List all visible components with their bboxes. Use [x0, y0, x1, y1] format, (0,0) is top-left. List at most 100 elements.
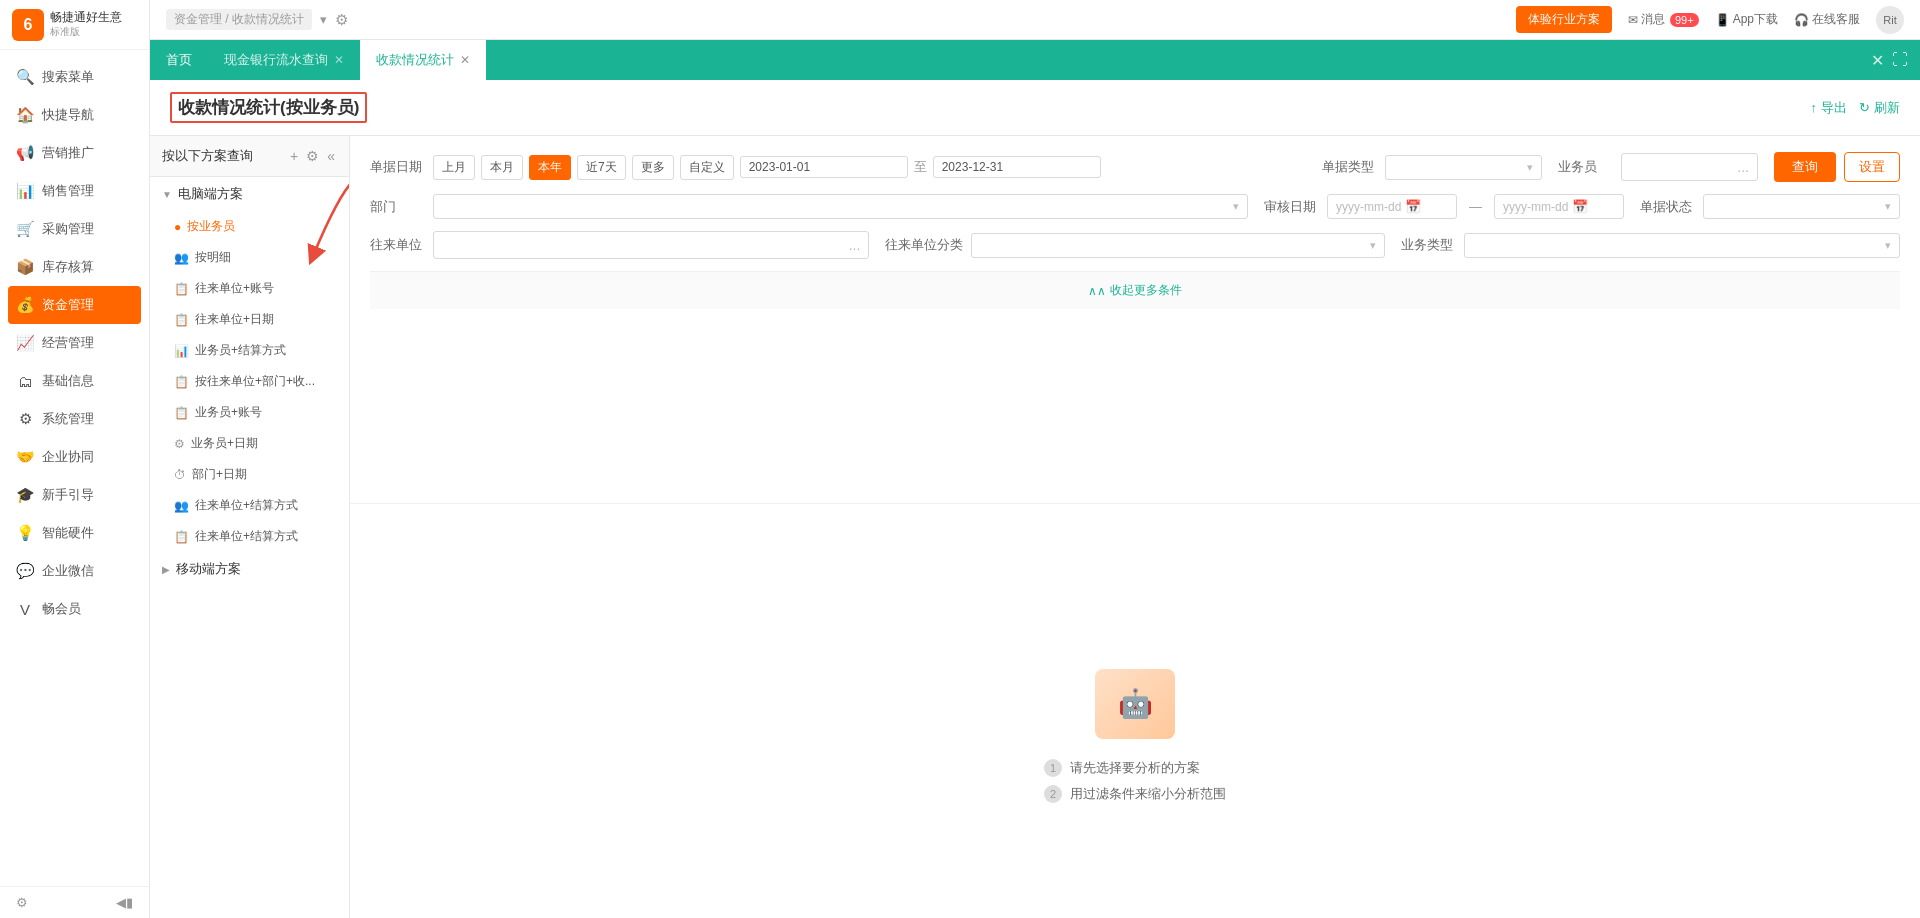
- sidebar-collapse-icon[interactable]: ◀▮: [116, 895, 133, 910]
- dept-select[interactable]: ▾: [433, 194, 1248, 219]
- date-from-input[interactable]: [740, 156, 908, 178]
- doctype-label: 单据类型: [1322, 158, 1377, 176]
- date-btn-more[interactable]: 更多: [632, 155, 674, 180]
- window-maximize-icon[interactable]: ⛶: [1892, 51, 1908, 69]
- gear-settings-icon[interactable]: ⚙: [335, 11, 348, 29]
- unit-date-icon: 📋: [174, 313, 189, 327]
- sidebar-item-system[interactable]: ⚙ 系统管理: [0, 400, 149, 438]
- review-date-label: 审核日期: [1264, 198, 1319, 216]
- empty-illustration: 🤖: [1075, 619, 1195, 739]
- sidebar-item-basicinfo[interactable]: 🗂 基础信息: [0, 362, 149, 400]
- doctype-select[interactable]: ▾: [1385, 155, 1542, 180]
- tab-window-controls: ✕ ⛶: [1871, 51, 1920, 70]
- sidebar-item-marketing[interactable]: 📢 营销推广: [0, 134, 149, 172]
- top-bar-right: 体验行业方案 ✉ 消息 99+ 📱 App下载 🎧 在线客服 Rit: [1516, 6, 1904, 34]
- sidebar-item-guide[interactable]: 🎓 新手引导: [0, 476, 149, 514]
- sidebar-item-hardware[interactable]: 💡 智能硬件: [0, 514, 149, 552]
- scheme-group-desktop: ▼ 电脑端方案 ● 按业务员 👥 按明细 📋 往来单位+账号 📋 往来: [150, 177, 349, 552]
- sidebar-item-weixin[interactable]: 💬 企业微信: [0, 552, 149, 590]
- app-download-area[interactable]: 📱 App下载: [1715, 11, 1778, 28]
- date-btn-thismonth[interactable]: 本月: [481, 155, 523, 180]
- tab-close-cashflow[interactable]: ✕: [334, 53, 344, 67]
- counterpart-dots[interactable]: ...: [849, 237, 861, 253]
- tab-home[interactable]: 首页: [150, 40, 208, 80]
- dropdown-icon[interactable]: ▾: [320, 12, 327, 27]
- date-btn-custom[interactable]: 自定义: [680, 155, 734, 180]
- logo-icon: 6: [12, 9, 44, 41]
- collapse-bar[interactable]: ∧∧ 收起更多条件: [370, 271, 1900, 309]
- window-close-icon[interactable]: ✕: [1871, 51, 1884, 70]
- logo-text: 畅捷通好生意: [50, 10, 122, 26]
- filter-biz-type: 业务类型 ▾: [1401, 233, 1900, 258]
- chevron-down-icon: ▼: [162, 189, 172, 200]
- refresh-button[interactable]: ↻ 刷新: [1859, 99, 1900, 117]
- scheme-item-salesman-account[interactable]: 📋 业务员+账号: [150, 397, 349, 428]
- date-row: 上月 本月 本年 近7天 更多 自定义 至: [433, 155, 1101, 180]
- filter-settings-button[interactable]: 设置: [1844, 152, 1900, 182]
- scheme-add-button[interactable]: +: [288, 146, 300, 166]
- sidebar-item-purchase[interactable]: 🛒 采购管理: [0, 210, 149, 248]
- scheme-item-dept-date[interactable]: ⏱ 部门+日期: [150, 459, 349, 490]
- user-avatar[interactable]: Rit: [1876, 6, 1904, 34]
- scheme-item-salesman-settlement[interactable]: 📊 业务员+结算方式: [150, 335, 349, 366]
- export-icon: ↑: [1811, 100, 1818, 115]
- date-label: 单据日期: [370, 158, 425, 176]
- scheme-collapse-button[interactable]: «: [325, 146, 337, 166]
- calendar-to-icon[interactable]: 📅: [1572, 199, 1588, 214]
- salesman-dots[interactable]: ...: [1737, 159, 1749, 175]
- date-btn-lastmonth[interactable]: 上月: [433, 155, 475, 180]
- message-area[interactable]: ✉ 消息 99+: [1628, 11, 1699, 28]
- tab-receipts[interactable]: 收款情况统计 ✕: [360, 40, 486, 80]
- review-date-to[interactable]: yyyy-mm-dd 📅: [1494, 194, 1624, 219]
- empty-face: 🤖: [1118, 687, 1153, 720]
- filter-doc-status: 单据状态 ▾: [1640, 194, 1900, 219]
- dept-chevron: ▾: [1233, 200, 1239, 213]
- sidebar-item-finance[interactable]: 💰 资金管理: [8, 286, 141, 324]
- chevron-right-icon: ▶: [162, 564, 170, 575]
- export-button[interactable]: ↑ 导出: [1811, 99, 1848, 117]
- scheme-group-desktop-header[interactable]: ▼ 电脑端方案: [150, 177, 349, 211]
- sidebar-item-sales[interactable]: 📊 销售管理: [0, 172, 149, 210]
- scheme-item-unit-date[interactable]: 📋 往来单位+日期: [150, 304, 349, 335]
- sidebar-item-member[interactable]: V 畅会员: [0, 590, 149, 628]
- salesman-select[interactable]: ...: [1621, 153, 1758, 181]
- scheme-item-unit-dept-collect[interactable]: 📋 按往来单位+部门+收...: [150, 366, 349, 397]
- scheme-panel: 按以下方案查询 + ⚙ «: [150, 136, 350, 918]
- counterpart-select[interactable]: ...: [433, 231, 869, 259]
- calendar-from-icon[interactable]: 📅: [1405, 199, 1421, 214]
- tab-close-receipts[interactable]: ✕: [460, 53, 470, 67]
- sidebar-item-collab[interactable]: 🤝 企业协同: [0, 438, 149, 476]
- page-actions: ↑ 导出 ↻ 刷新: [1811, 99, 1901, 117]
- counterpart-category-select[interactable]: ▾: [971, 233, 1384, 258]
- date-to-input[interactable]: [933, 156, 1101, 178]
- scheme-item-salesman-date[interactable]: ⚙ 业务员+日期: [150, 428, 349, 459]
- scheme-item-unit-settlement1[interactable]: 👥 往来单位+结算方式: [150, 490, 349, 521]
- salesman-settlement-icon: 📊: [174, 344, 189, 358]
- query-button[interactable]: 查询: [1774, 152, 1836, 182]
- sidebar-item-management[interactable]: 📈 经营管理: [0, 324, 149, 362]
- tab-cashflow[interactable]: 现金银行流水查询 ✕: [208, 40, 360, 80]
- sidebar-settings-icon[interactable]: ⚙: [16, 895, 28, 910]
- sidebar-item-quicknav[interactable]: 🏠 快捷导航: [0, 96, 149, 134]
- scheme-item-by-salesman[interactable]: ● 按业务员: [150, 211, 349, 242]
- online-service-area[interactable]: 🎧 在线客服: [1794, 11, 1860, 28]
- sidebar: 6 畅捷通好生意 标准版 🔍 搜索菜单 🏠 快捷导航 📢 营销推广 📊 销售管理…: [0, 0, 150, 918]
- review-date-from[interactable]: yyyy-mm-dd 📅: [1327, 194, 1457, 219]
- doc-status-select[interactable]: ▾: [1703, 194, 1900, 219]
- scheme-settings-button[interactable]: ⚙: [304, 146, 321, 166]
- breadcrumb: 资金管理 / 收款情况统计: [166, 9, 312, 30]
- date-btn-thisyear[interactable]: 本年: [529, 155, 571, 180]
- sidebar-nav: 🔍 搜索菜单 🏠 快捷导航 📢 营销推广 📊 销售管理 🛒 采购管理 📦 库存核…: [0, 50, 149, 886]
- date-btn-7days[interactable]: 近7天: [577, 155, 626, 180]
- scheme-item-unit-settlement2[interactable]: 📋 往来单位+结算方式: [150, 521, 349, 552]
- trial-button[interactable]: 体验行业方案: [1516, 6, 1612, 33]
- biz-type-select[interactable]: ▾: [1464, 233, 1900, 258]
- salesman-icon: ●: [174, 220, 181, 234]
- scheme-item-unit-account[interactable]: 📋 往来单位+账号: [150, 273, 349, 304]
- scheme-group-mobile-header[interactable]: ▶ 移动端方案: [150, 552, 349, 586]
- sidebar-item-inventory[interactable]: 📦 库存核算: [0, 248, 149, 286]
- detail-icon: 👥: [174, 251, 189, 265]
- purchase-icon: 🛒: [16, 220, 34, 238]
- scheme-item-detail[interactable]: 👥 按明细: [150, 242, 349, 273]
- sidebar-item-search[interactable]: 🔍 搜索菜单: [0, 58, 149, 96]
